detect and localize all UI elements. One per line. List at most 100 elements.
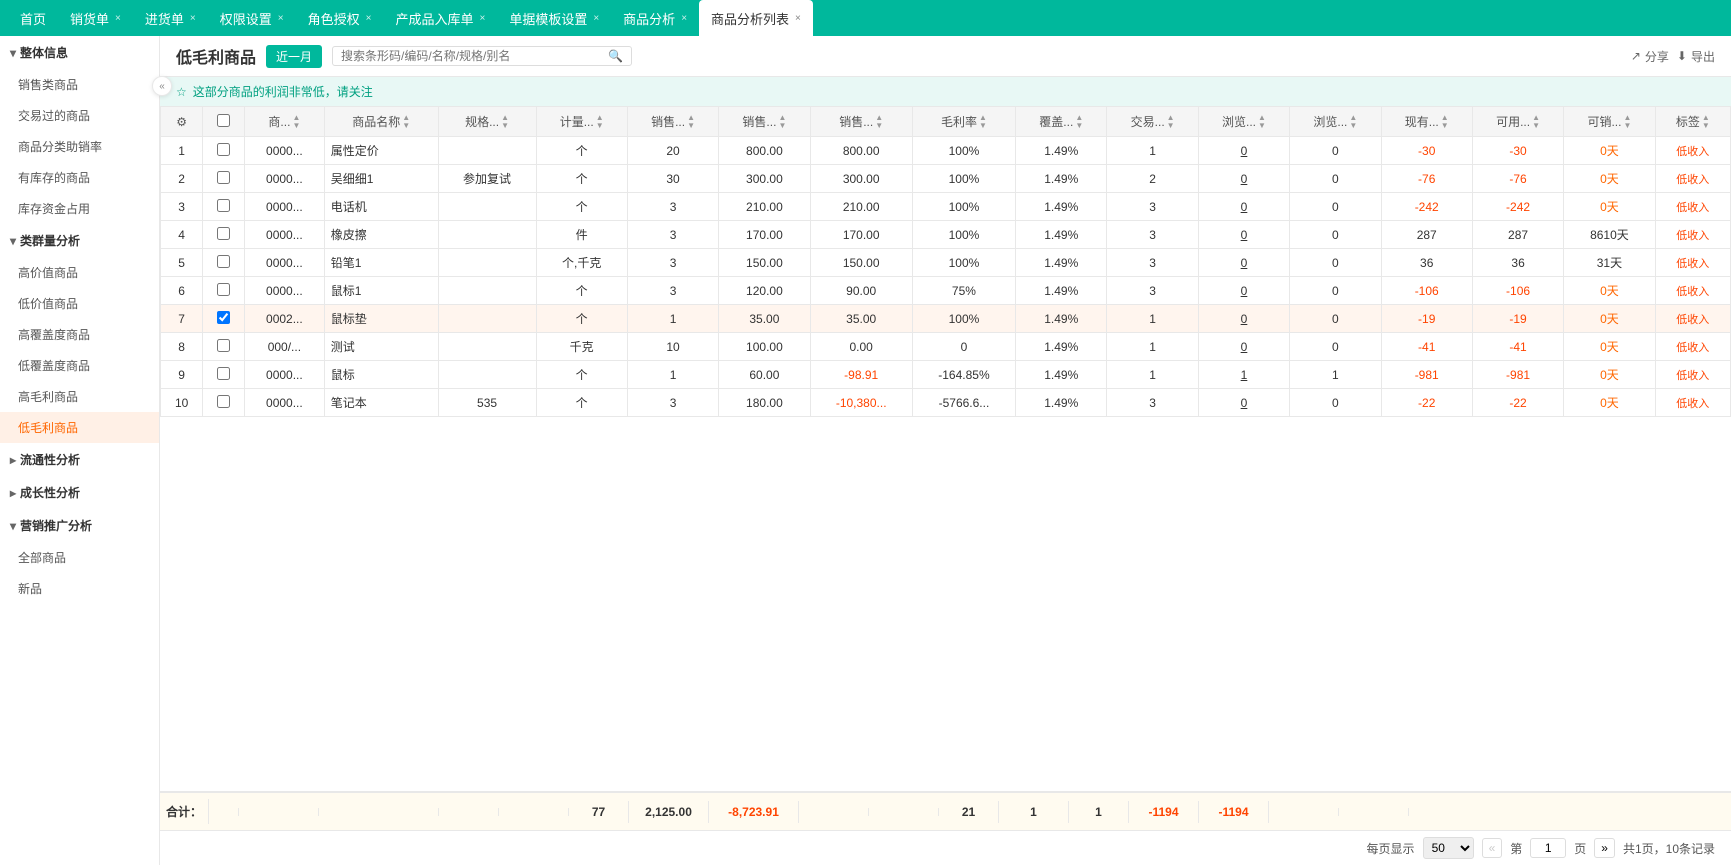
- row-views1[interactable]: 0: [1198, 333, 1289, 361]
- sidebar-group-cluster[interactable]: ▾ 类群量分析: [0, 224, 159, 257]
- col-coverage[interactable]: 覆盖...▲▼: [1016, 107, 1107, 137]
- sidebar-item-all-products[interactable]: 全部商品: [0, 542, 159, 573]
- sidebar-item-traded-products[interactable]: 交易过的商品: [0, 100, 159, 131]
- row-checkbox[interactable]: [217, 395, 230, 408]
- views1-link[interactable]: 1: [1241, 368, 1248, 382]
- row-views1[interactable]: 0: [1198, 221, 1289, 249]
- col-settings[interactable]: ⚙: [161, 107, 203, 137]
- nav-purchase-order[interactable]: 进货单 ×: [133, 0, 208, 36]
- nav-roles-close-icon[interactable]: ×: [366, 13, 372, 24]
- prev-page-button[interactable]: «: [1482, 838, 1503, 858]
- row-views1[interactable]: 0: [1198, 389, 1289, 417]
- col-sales-qty[interactable]: 销售...▲▼: [627, 107, 718, 137]
- row-checkbox-cell[interactable]: [203, 305, 245, 333]
- row-checkbox-cell[interactable]: [203, 165, 245, 193]
- nav-permissions-close-icon[interactable]: ×: [278, 13, 284, 24]
- nav-home[interactable]: 首页: [8, 0, 58, 36]
- views1-link[interactable]: 0: [1241, 144, 1248, 158]
- col-name[interactable]: 商品名称▲▼: [324, 107, 438, 137]
- views1-link[interactable]: 0: [1241, 284, 1248, 298]
- row-checkbox-cell[interactable]: [203, 333, 245, 361]
- nav-analysis-list-close-icon[interactable]: ×: [795, 13, 801, 24]
- sidebar-group-overall[interactable]: ▾ 整体信息: [0, 36, 159, 69]
- row-views1[interactable]: 0: [1198, 249, 1289, 277]
- col-gross-margin[interactable]: 毛利率▲▼: [912, 107, 1015, 137]
- sidebar-group-circulation[interactable]: ▸ 流通性分析: [0, 443, 159, 476]
- col-views2[interactable]: 浏览...▲▼: [1290, 107, 1381, 137]
- sidebar-item-sales-products[interactable]: 销售类商品: [0, 69, 159, 100]
- nav-sales-close-icon[interactable]: ×: [115, 13, 121, 24]
- col-sales-price[interactable]: 销售...▲▼: [719, 107, 810, 137]
- row-checkbox[interactable]: [217, 255, 230, 268]
- nav-product-analysis[interactable]: 商品分析 ×: [611, 0, 699, 36]
- col-available[interactable]: 可用...▲▼: [1472, 107, 1563, 137]
- page-number-input[interactable]: [1530, 838, 1566, 858]
- row-checkbox[interactable]: [217, 339, 230, 352]
- sidebar-item-category-rate[interactable]: 商品分类助销率: [0, 131, 159, 162]
- sidebar-group-growth[interactable]: ▸ 成长性分析: [0, 476, 159, 509]
- col-views1[interactable]: 浏览...▲▼: [1198, 107, 1289, 137]
- row-views1[interactable]: 0: [1198, 305, 1289, 333]
- sidebar-collapse-button[interactable]: «: [152, 76, 172, 96]
- share-button[interactable]: ↗ 分享: [1631, 48, 1669, 65]
- sidebar-item-in-stock[interactable]: 有库存的商品: [0, 162, 159, 193]
- sidebar-item-low-margin[interactable]: 低毛利商品: [0, 412, 159, 443]
- col-sellable[interactable]: 可销...▲▼: [1564, 107, 1655, 137]
- col-current-stock[interactable]: 现有...▲▼: [1381, 107, 1472, 137]
- sidebar-group-marketing[interactable]: ▾ 营销推广分析: [0, 509, 159, 542]
- row-checkbox-cell[interactable]: [203, 193, 245, 221]
- nav-permissions[interactable]: 权限设置 ×: [208, 0, 296, 36]
- sidebar-item-capital[interactable]: 库存资金占用: [0, 193, 159, 224]
- row-checkbox[interactable]: [217, 283, 230, 296]
- row-checkbox-cell[interactable]: [203, 389, 245, 417]
- row-checkbox-cell[interactable]: [203, 221, 245, 249]
- time-filter-button[interactable]: 近一月: [266, 45, 322, 68]
- nav-product-inbound[interactable]: 产成品入库单 ×: [383, 0, 497, 36]
- nav-product-close-icon[interactable]: ×: [479, 13, 485, 24]
- views1-link[interactable]: 0: [1241, 200, 1248, 214]
- nav-sales-order[interactable]: 销货单 ×: [58, 0, 133, 36]
- row-checkbox[interactable]: [217, 367, 230, 380]
- col-trade-count[interactable]: 交易...▲▼: [1107, 107, 1198, 137]
- nav-analysis-close-icon[interactable]: ×: [681, 13, 687, 24]
- row-checkbox[interactable]: [217, 143, 230, 156]
- col-sales-amount[interactable]: 销售...▲▼: [810, 107, 912, 137]
- row-views1[interactable]: 0: [1198, 277, 1289, 305]
- row-checkbox-cell[interactable]: [203, 249, 245, 277]
- col-spec[interactable]: 规格...▲▼: [438, 107, 536, 137]
- nav-template-close-icon[interactable]: ×: [593, 13, 599, 24]
- col-checkbox[interactable]: [203, 107, 245, 137]
- views1-link[interactable]: 0: [1241, 396, 1248, 410]
- nav-purchase-close-icon[interactable]: ×: [190, 13, 196, 24]
- row-checkbox[interactable]: [217, 171, 230, 184]
- col-unit[interactable]: 计量...▲▼: [536, 107, 627, 137]
- row-checkbox[interactable]: [217, 199, 230, 212]
- nav-roles[interactable]: 角色授权 ×: [296, 0, 384, 36]
- sidebar-item-low-value[interactable]: 低价值商品: [0, 288, 159, 319]
- page-size-select[interactable]: 50 20 100: [1423, 837, 1474, 859]
- row-views1[interactable]: 0: [1198, 137, 1289, 165]
- row-checkbox-cell[interactable]: [203, 277, 245, 305]
- views1-link[interactable]: 0: [1241, 172, 1248, 186]
- row-checkbox[interactable]: [217, 227, 230, 240]
- row-checkbox-cell[interactable]: [203, 137, 245, 165]
- export-button[interactable]: ⬇ 导出: [1677, 48, 1715, 65]
- col-tag[interactable]: 标签▲▼: [1655, 107, 1730, 137]
- search-input[interactable]: [341, 49, 604, 63]
- views1-link[interactable]: 0: [1241, 340, 1248, 354]
- sidebar-item-low-coverage[interactable]: 低覆盖度商品: [0, 350, 159, 381]
- row-checkbox[interactable]: [217, 311, 230, 324]
- sidebar-item-high-margin[interactable]: 高毛利商品: [0, 381, 159, 412]
- sidebar-item-new-products[interactable]: 新品: [0, 573, 159, 604]
- nav-analysis-list[interactable]: 商品分析列表 ×: [699, 0, 813, 36]
- row-views1[interactable]: 0: [1198, 193, 1289, 221]
- row-checkbox-cell[interactable]: [203, 361, 245, 389]
- select-all-checkbox[interactable]: [217, 114, 230, 127]
- next-page-button[interactable]: »: [1594, 838, 1615, 858]
- views1-link[interactable]: 0: [1241, 228, 1248, 242]
- views1-link[interactable]: 0: [1241, 312, 1248, 326]
- row-views1[interactable]: 1: [1198, 361, 1289, 389]
- nav-template[interactable]: 单据模板设置 ×: [497, 0, 611, 36]
- sidebar-item-high-coverage[interactable]: 高覆盖度商品: [0, 319, 159, 350]
- views1-link[interactable]: 0: [1241, 256, 1248, 270]
